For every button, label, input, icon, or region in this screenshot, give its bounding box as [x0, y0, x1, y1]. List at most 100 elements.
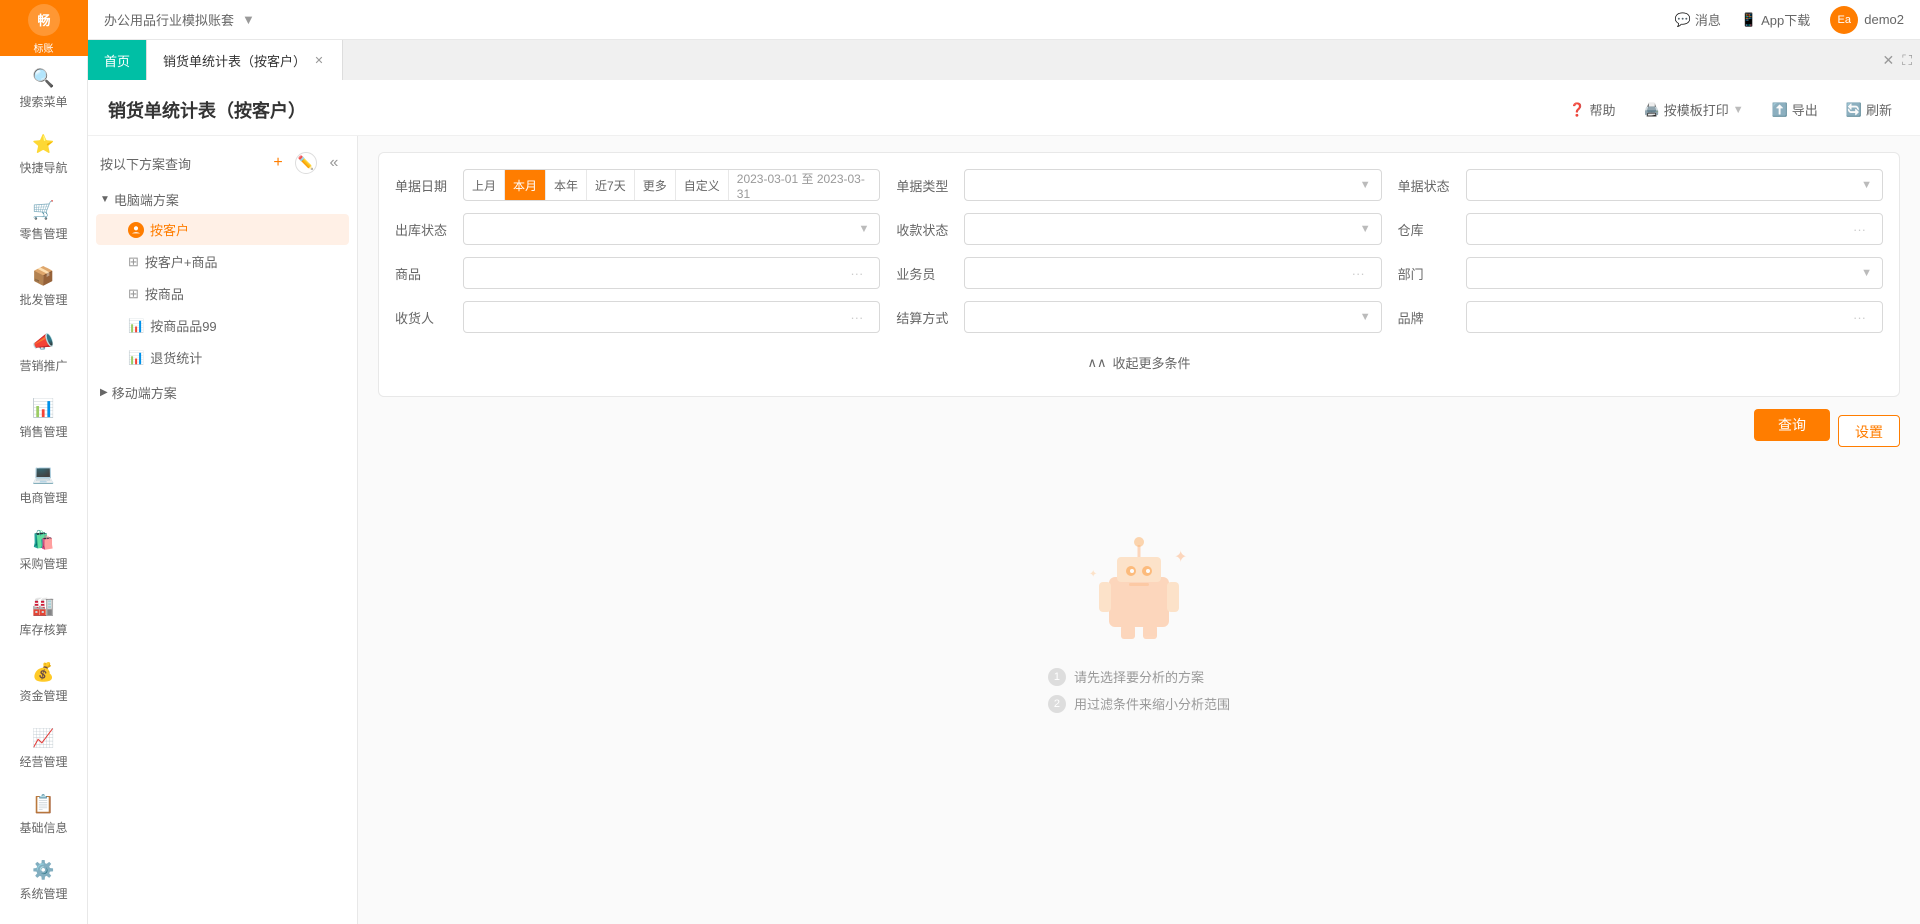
sidebar-item-marketing[interactable]: 📣 营销推广 [0, 320, 87, 386]
sidebar-item-search[interactable]: 🔍 搜索菜单 [0, 56, 87, 122]
add-scheme-btn[interactable]: + [267, 152, 289, 174]
tree-item-by-goods[interactable]: ⊞ 按商品 [96, 278, 349, 309]
date-btn-more[interactable]: 更多 [635, 169, 676, 201]
print-btn[interactable]: 🖨️ 按模板打印 ▼ [1636, 96, 1752, 123]
ecommerce-icon: 💻 [32, 464, 54, 485]
doc-type-control[interactable]: ▼ [964, 169, 1381, 201]
tree-item-return-stat[interactable]: 📊 退货统计 [96, 342, 349, 373]
settings-btn[interactable]: 设置 [1838, 415, 1900, 447]
query-btn[interactable]: 查询 [1754, 409, 1830, 441]
sidebar-item-enterprise[interactable]: 🤝 企业协同 [0, 914, 87, 924]
sidebar-item-system-label: 系统管理 [19, 885, 67, 902]
messages-label: 消息 [1695, 10, 1721, 29]
department-label: 部门 [1398, 264, 1458, 283]
date-btn-last-month[interactable]: 上月 [464, 169, 505, 201]
sidebar-item-basic[interactable]: 📋 基础信息 [0, 782, 87, 848]
basic-icon: 📋 [32, 794, 54, 815]
tab-close-icon[interactable]: ✕ [312, 53, 326, 67]
messages-btn[interactable]: 💬 消息 [1675, 10, 1721, 29]
department-control[interactable]: ▼ [1466, 257, 1883, 289]
brand-dots[interactable]: ··· [1847, 310, 1872, 325]
tab-home[interactable]: 首页 [88, 40, 147, 80]
by-goods-icon: ⊞ [128, 286, 139, 302]
action-buttons: 查询 设置 [378, 409, 1900, 447]
dropdown-icon[interactable]: ▼ [242, 12, 255, 27]
warehouse-dots[interactable]: ··· [1847, 222, 1872, 237]
tip-text-2: 用过滤条件来缩小分析范围 [1074, 694, 1230, 713]
sidebar-item-finance[interactable]: 💰 资金管理 [0, 650, 87, 716]
tree-item-by-customer[interactable]: 按客户 [96, 214, 349, 245]
export-btn[interactable]: ⬆️ 导出 [1764, 96, 1826, 123]
filter-goods: 商品 ··· [395, 257, 880, 289]
finance-icon: 💰 [32, 662, 54, 683]
tree-group-mobile[interactable]: ▶ 移动端方案 [88, 379, 357, 406]
sidebar-item-wholesale[interactable]: 📦 批发管理 [0, 254, 87, 320]
app-download-btn[interactable]: 📱 App下载 [1741, 10, 1810, 29]
salesman-control[interactable]: ··· [964, 257, 1381, 289]
filter-doc-type: 单据类型 ▼ [896, 169, 1381, 201]
date-btn-7days[interactable]: 近7天 [587, 169, 635, 201]
sidebar-item-business-label: 经营管理 [19, 753, 67, 770]
avatar: Ea [1830, 6, 1858, 34]
tab-sales-stat[interactable]: 销货单统计表（按客户） ✕ [147, 40, 343, 80]
export-icon: ⬆️ [1772, 102, 1788, 118]
goods-control[interactable]: ··· [463, 257, 880, 289]
sidebar-item-ecommerce[interactable]: 💻 电商管理 [0, 452, 87, 518]
doc-type-label: 单据类型 [896, 176, 956, 195]
user-profile[interactable]: Ea demo2 [1830, 6, 1904, 34]
date-btn-custom[interactable]: 自定义 [676, 169, 729, 201]
sidebar-item-retail[interactable]: 🛒 零售管理 [0, 188, 87, 254]
receiver-control[interactable]: ··· [463, 301, 880, 333]
tree-section: ▼ 电脑端方案 按客户 ⊞ 按客户+商品 ⊞ [88, 186, 357, 406]
tree-group-desktop[interactable]: ▼ 电脑端方案 [88, 186, 357, 213]
collapse-panel-btn[interactable]: « [323, 152, 345, 174]
warehouse-control[interactable]: ··· [1466, 213, 1883, 245]
sidebar-item-business[interactable]: 📈 经营管理 [0, 716, 87, 782]
help-btn[interactable]: ❓ 帮助 [1561, 96, 1623, 123]
maximize-window-icon[interactable]: ⛶ [1902, 52, 1912, 69]
salesman-label: 业务员 [896, 264, 956, 283]
sidebar-item-sales[interactable]: 📊 销售管理 [0, 386, 87, 452]
goods-dots[interactable]: ··· [844, 266, 869, 281]
tip-num-1: 1 [1048, 668, 1066, 686]
settlement-control[interactable]: ▼ [964, 301, 1381, 333]
brand-control[interactable]: ··· [1466, 301, 1883, 333]
left-panel: 按以下方案查询 + ✏️ « ▼ 电脑端方案 [88, 136, 358, 924]
window-controls: ✕ ⛶ [1882, 52, 1912, 69]
by-goods99-icon: 📊 [128, 318, 144, 334]
print-dropdown-icon[interactable]: ▼ [1733, 104, 1744, 116]
date-btn-this-year[interactable]: 本年 [546, 169, 587, 201]
doc-status-control[interactable]: ▼ [1466, 169, 1883, 201]
right-panel: 单据日期 上月 本月 本年 近7天 更多 自定义 20 [358, 136, 1920, 924]
receive-status-arrow: ▼ [1360, 223, 1371, 235]
sidebar-item-inventory[interactable]: 🏭 库存核算 [0, 584, 87, 650]
refresh-btn[interactable]: 🔄 刷新 [1838, 96, 1900, 123]
logo[interactable]: 畅 标账 [0, 0, 88, 56]
collapse-more-btn[interactable]: ∧∧ 收起更多条件 [395, 345, 1883, 380]
empty-icon: ✦ ✦ [1079, 527, 1199, 647]
tree-item-by-goods99[interactable]: 📊 按商品品99 [96, 310, 349, 341]
home-tab-label: 首页 [104, 51, 130, 70]
sidebar-item-search-label: 搜索菜单 [19, 93, 67, 110]
sidebar-item-quicknav[interactable]: ⭐ 快捷导航 [0, 122, 87, 188]
filter-settlement: 结算方式 ▼ [896, 301, 1381, 333]
by-goods99-label: 按商品品99 [150, 316, 216, 335]
date-btn-this-month[interactable]: 本月 [505, 169, 546, 201]
star-icon: ⭐ [32, 134, 54, 155]
receiver-dots[interactable]: ··· [844, 310, 869, 325]
out-status-control[interactable]: ▼ [463, 213, 880, 245]
date-range-control[interactable]: 上月 本月 本年 近7天 更多 自定义 2023-03-01 至 2023-03… [463, 169, 880, 201]
sidebar-item-purchase[interactable]: 🛍️ 采购管理 [0, 518, 87, 584]
business-icon: 📈 [32, 728, 54, 749]
date-label: 单据日期 [395, 176, 455, 195]
salesman-dots[interactable]: ··· [1346, 266, 1371, 281]
close-window-icon[interactable]: ✕ [1882, 52, 1894, 69]
edit-scheme-btn[interactable]: ✏️ [295, 152, 317, 174]
user-name: demo2 [1864, 12, 1904, 27]
receive-status-control[interactable]: ▼ [964, 213, 1381, 245]
receiver-label: 收货人 [395, 308, 455, 327]
filter-doc-status: 单据状态 ▼ [1398, 169, 1883, 201]
logo-text: 标账 [34, 40, 54, 55]
sidebar-item-system[interactable]: ⚙️ 系统管理 [0, 848, 87, 914]
tree-item-by-customer-goods[interactable]: ⊞ 按客户+商品 [96, 246, 349, 277]
